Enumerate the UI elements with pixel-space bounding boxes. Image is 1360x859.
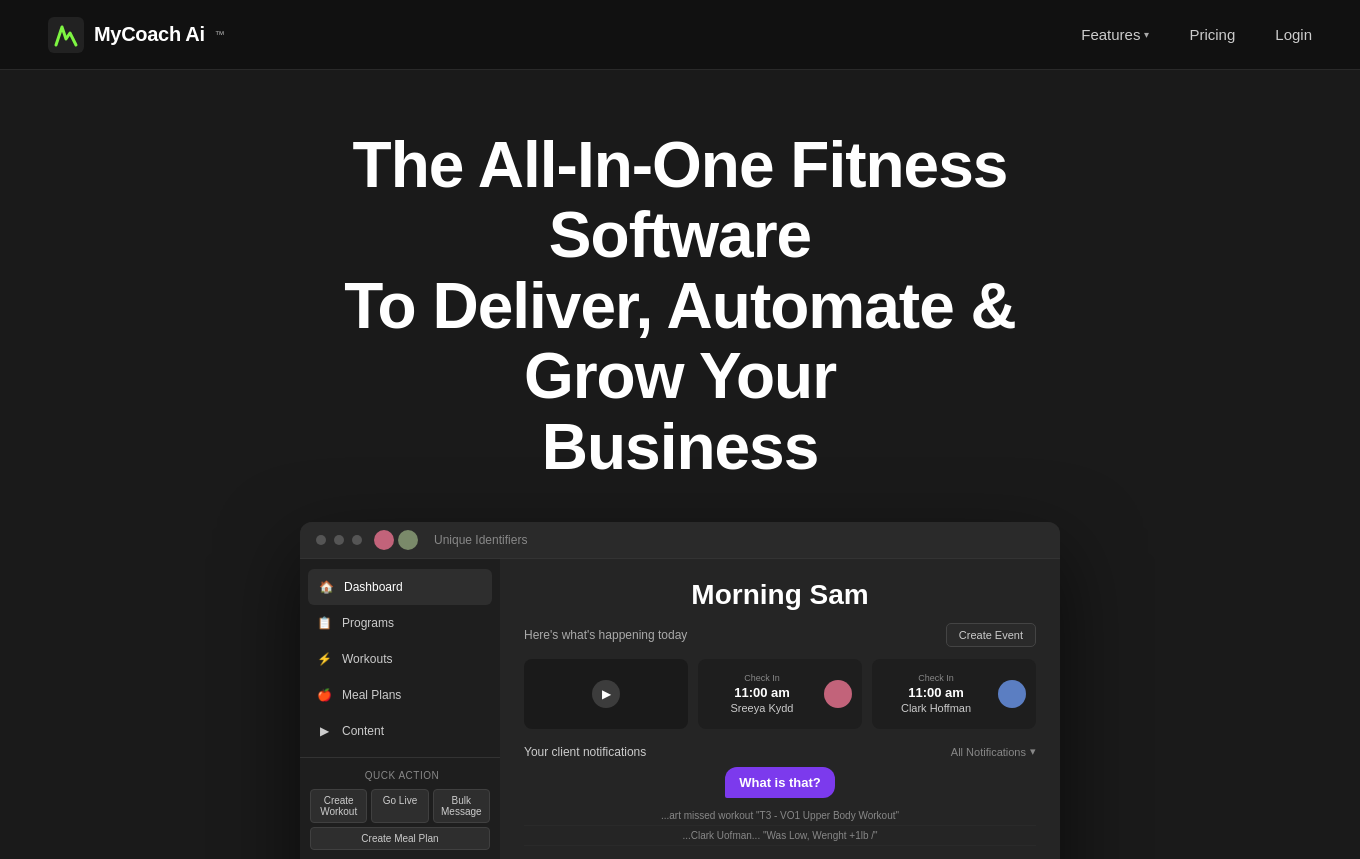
content-icon: ▶ [316,723,332,739]
sidebar-item-workouts[interactable]: ⚡ Workouts [300,641,500,677]
hero-title: The All-In-One Fitness Software To Deliv… [280,130,1080,482]
checkin-info-clark: Check In 11:00 am Clark Hoffman [882,673,990,714]
whats-happening-text: Here's what's happening today [524,628,687,642]
qa-buttons-row: Create Workout Go Live Bulk Message [310,789,490,823]
preview-topbar: Unique Identifiers [300,522,1060,559]
all-notifications-btn[interactable]: All Notifications ▾ [951,745,1036,758]
logo-tm: ™ [215,29,225,40]
notifications-label: Your client notifications [524,745,646,759]
notification-rows: ...art missed workout "T3 - VO1 Upper Bo… [500,806,1060,846]
topbar-avatars [374,530,418,550]
dot-3 [352,535,362,545]
dashboard-preview: Unique Identifiers 🏠 Dashboard 📋 Program… [300,522,1060,859]
create-event-btn[interactable]: Create Event [946,623,1036,647]
play-button[interactable]: ▶ [592,680,620,708]
checkin-info-sreeya: Check In 11:00 am Sreeya Kydd [708,673,816,714]
go-live-btn[interactable]: Go Live [371,789,428,823]
preview-body: 🏠 Dashboard 📋 Programs ⚡ Workouts 🍎 Meal… [300,559,1060,859]
quick-action-title: QUCK ACTION [310,770,490,781]
checkin-avatar-sreeya [824,680,852,708]
logo-text: MyCoach Ai [94,23,205,46]
checkin-cards: ▶ Check In 11:00 am Sreeya Kydd [500,659,1060,729]
preview-main: Morning Sam Here's what's happening toda… [500,559,1060,859]
checkin-card-clark: Check In 11:00 am Clark Hoffman [872,659,1036,729]
all-notifications-arrow: ▾ [1030,745,1036,758]
checkin-time-1: 11:00 am [708,685,816,700]
logo[interactable]: MyCoach Ai ™ [48,17,225,53]
notif-row-2: ...Clark Uofman... "Was Low, Wenght +1lb… [524,826,1036,846]
workouts-icon: ⚡ [316,651,332,667]
dot-2 [334,535,344,545]
sidebar-item-content[interactable]: ▶ Content [300,713,500,749]
programs-icon: 📋 [316,615,332,631]
topbar-avatar-2 [398,530,418,550]
nav-login[interactable]: Login [1275,26,1312,43]
hero-section: The All-In-One Fitness Software To Deliv… [0,70,1360,859]
preview-topbar-title: Unique Identifiers [434,533,527,547]
notifications-header: Your client notifications All Notificati… [524,745,1036,759]
nav-pricing[interactable]: Pricing [1189,26,1235,43]
whats-happening-bar: Here's what's happening today Create Eve… [500,623,1060,647]
checkin-card-sreeya: Check In 11:00 am Sreeya Kydd [698,659,862,729]
preview-sidebar: 🏠 Dashboard 📋 Programs ⚡ Workouts 🍎 Meal… [300,559,500,859]
dashboard-icon: 🏠 [318,579,334,595]
checkin-time-2: 11:00 am [882,685,990,700]
topbar-avatar-1 [374,530,394,550]
bulk-message-btn[interactable]: Bulk Message [433,789,490,823]
checkin-avatar-clark [998,680,1026,708]
meal-plans-icon: 🍎 [316,687,332,703]
features-dropdown-arrow: ▾ [1144,29,1149,40]
checkin-time-label-1: Check In [708,673,816,683]
navbar-nav: Features ▾ Pricing Login [1081,26,1312,43]
sidebar-item-meal-plans[interactable]: 🍎 Meal Plans [300,677,500,713]
checkin-time-label-2: Check In [882,673,990,683]
checkin-name-clark: Clark Hoffman [882,702,990,714]
quick-action-section: QUCK ACTION Create Workout Go Live Bulk … [300,757,500,859]
navbar: MyCoach Ai ™ Features ▾ Pricing Login [0,0,1360,70]
logo-icon [48,17,84,53]
checkin-name-sreeya: Sreeya Kydd [708,702,816,714]
main-greeting: Morning Sam [500,559,1060,623]
create-workout-btn[interactable]: Create Workout [310,789,367,823]
create-meal-plan-btn[interactable]: Create Meal Plan [310,827,490,850]
checkin-card-video[interactable]: ▶ [524,659,688,729]
nav-features[interactable]: Features ▾ [1081,26,1149,43]
notifications-section: Your client notifications All Notificati… [500,745,1060,759]
notif-row-1: ...art missed workout "T3 - VO1 Upper Bo… [524,806,1036,826]
chat-bubble: What is that? [725,767,835,798]
sidebar-item-programs[interactable]: 📋 Programs [300,605,500,641]
sidebar-item-dashboard[interactable]: 🏠 Dashboard [308,569,492,605]
dot-1 [316,535,326,545]
